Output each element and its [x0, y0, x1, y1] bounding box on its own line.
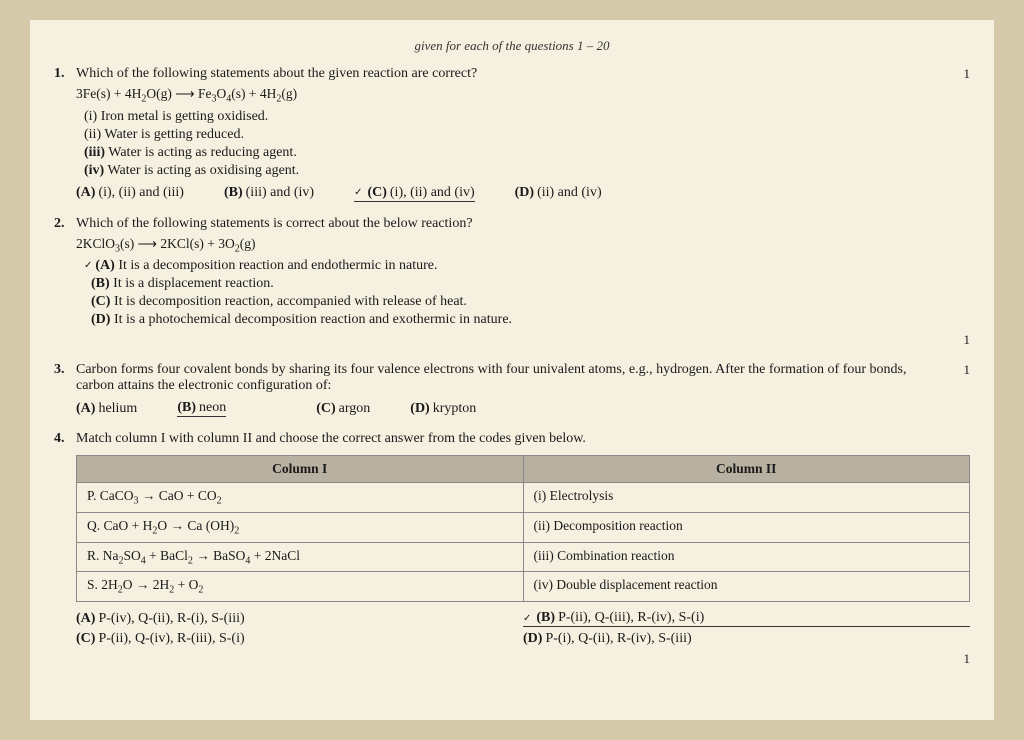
match-row-P: P. CaCO3 → CaO + CO2 (i) Electrolysis	[77, 483, 970, 513]
q1-optA[interactable]: (A) (i), (ii) and (iii)	[76, 185, 184, 202]
q1-optC-text: (i), (ii) and (iv)	[390, 185, 475, 201]
q1-optB-label: (B)	[224, 185, 243, 201]
q1-optC[interactable]: ✓ (C) (i), (ii) and (iv)	[354, 185, 475, 202]
match-R-col1: R. Na2SO4 + BaCl2 → BaSO4 + 2NaCl	[77, 542, 524, 572]
question-4: 4. Match column I with column II and cho…	[54, 431, 970, 667]
match-S-col1: S. 2H2O → 2H2 + O2	[77, 572, 524, 602]
q1-optD-text: (ii) and (iv)	[537, 185, 602, 201]
q3-answer-row: (A) helium (B) neon (C) argon (D) krypto…	[76, 400, 970, 417]
match-row-R: R. Na2SO4 + BaCl2 → BaSO4 + 2NaCl (iii) …	[77, 542, 970, 572]
match-P-col1: P. CaCO3 → CaO + CO2	[77, 483, 524, 513]
q1-stmt-iv: (iv) Water is acting as oxidising agent.	[84, 163, 970, 179]
q2-stmt-D: (D) It is a photochemical decomposition …	[84, 312, 970, 328]
q1-optD[interactable]: (D) (ii) and (iv)	[515, 185, 602, 202]
match-row-Q: Q. CaO + H2O → Ca (OH)2 (ii) Decompositi…	[77, 513, 970, 543]
match-Q-col2: (ii) Decomposition reaction	[523, 513, 970, 543]
q1-mark: 1	[950, 66, 970, 82]
q3-optC-label: (C)	[316, 401, 335, 417]
q2-stmtA-text: (A) It is a decomposition reaction and e…	[95, 258, 437, 274]
q2-text: Which of the following statements is cor…	[76, 216, 970, 232]
q3-optB-text: neon	[199, 400, 226, 416]
q3-optA-label: (A)	[76, 401, 95, 417]
match-row-S: S. 2H2O → 2H2 + O2 (iv) Double displacem…	[77, 572, 970, 602]
q4-number: 4.	[54, 431, 72, 447]
q1-number: 1.	[54, 66, 72, 82]
q1-optA-text: (i), (ii) and (iii)	[98, 185, 184, 201]
q4-optD-label: (D)	[523, 631, 542, 647]
q2-check-icon: ✓	[84, 260, 92, 271]
q4-answer-row: (A) P-(iv), Q-(ii), R-(i), S-(iii) ✓ (B)…	[76, 610, 970, 647]
q3-optA-text: helium	[98, 401, 137, 417]
q2-stmt-C: (C) It is decomposition reaction, accomp…	[84, 294, 970, 310]
q4-text: Match column I with column II and choose…	[76, 431, 970, 447]
q4-optB-check: ✓	[523, 613, 531, 624]
top-note: given for each of the questions 1 – 20	[54, 38, 970, 54]
q3-optB[interactable]: (B) neon	[177, 400, 226, 417]
q4-optA-text: P-(iv), Q-(ii), R-(i), S-(iii)	[98, 611, 244, 627]
match-P-col2: (i) Electrolysis	[523, 483, 970, 513]
question-1: 1. Which of the following statements abo…	[54, 66, 970, 202]
q2-mark: 1	[54, 332, 970, 348]
q1-optB[interactable]: (B) (iii) and (iv)	[224, 185, 314, 202]
q4-optA-label: (A)	[76, 611, 95, 627]
q1-stmt-iii: (iii) Water is acting as reducing agent.	[84, 145, 970, 161]
q4-optA[interactable]: (A) P-(iv), Q-(ii), R-(i), S-(iii)	[76, 610, 523, 627]
q3-optD[interactable]: (D) krypton	[410, 400, 476, 417]
q3-text: Carbon forms four covalent bonds by shar…	[76, 362, 946, 394]
q2-reaction: 2KClO3(s) ⟶ 2KCl(s) + 3O2(g)	[76, 236, 970, 255]
q1-stmt-ii: (ii) Water is getting reduced.	[84, 127, 970, 143]
q4-optC-text: P-(ii), Q-(iv), R-(iii), S-(i)	[98, 631, 244, 647]
q4-optB[interactable]: ✓ (B) P-(ii), Q-(iii), R-(iv), S-(i)	[523, 610, 970, 627]
q1-optC-label: (C)	[367, 185, 386, 201]
col1-header: Column I	[77, 456, 524, 483]
q4-optB-label: (B)	[536, 610, 555, 626]
q1-optC-check: ✓	[354, 187, 362, 198]
q3-optD-text: krypton	[433, 401, 477, 417]
q1-answer-row: (A) (i), (ii) and (iii) (B) (iii) and (i…	[76, 185, 970, 202]
q3-optA[interactable]: (A) helium	[76, 400, 137, 417]
q2-number: 2.	[54, 216, 72, 232]
q3-optB-label: (B)	[177, 400, 196, 416]
q1-optA-label: (A)	[76, 185, 95, 201]
q4-optB-text: P-(ii), Q-(iii), R-(iv), S-(i)	[558, 610, 704, 626]
q2-statements: ✓ (A) It is a decomposition reaction and…	[84, 258, 970, 328]
q1-optD-label: (D)	[515, 185, 534, 201]
q3-optD-label: (D)	[410, 401, 429, 417]
page-container: given for each of the questions 1 – 20 1…	[30, 20, 994, 720]
q2-stmt-A: ✓ (A) It is a decomposition reaction and…	[84, 258, 970, 274]
question-2: 2. Which of the following statements is …	[54, 216, 970, 349]
q3-optC-text: argon	[339, 401, 371, 417]
q1-text: Which of the following statements about …	[76, 66, 946, 82]
q4-optD[interactable]: (D) P-(i), Q-(ii), R-(iv), S-(iii)	[523, 631, 970, 647]
match-S-col2: (iv) Double displacement reaction	[523, 572, 970, 602]
q4-mark: 1	[54, 651, 970, 667]
q3-number: 3.	[54, 362, 72, 378]
q4-optC-label: (C)	[76, 631, 95, 647]
q1-stmt-i: (i) Iron metal is getting oxidised.	[84, 109, 970, 125]
q3-optC[interactable]: (C) argon	[316, 400, 370, 417]
q4-optC[interactable]: (C) P-(ii), Q-(iv), R-(iii), S-(i)	[76, 631, 523, 647]
match-R-col2: (iii) Combination reaction	[523, 542, 970, 572]
q4-optD-text: P-(i), Q-(ii), R-(iv), S-(iii)	[545, 631, 691, 647]
q3-mark: 1	[950, 362, 970, 378]
col2-header: Column II	[523, 456, 970, 483]
match-Q-col1: Q. CaO + H2O → Ca (OH)2	[77, 513, 524, 543]
q2-stmt-B: (B) It is a displacement reaction.	[84, 276, 970, 292]
q1-reaction: 3Fe(s) + 4H2O(g) ⟶ Fe3O4(s) + 4H2(g)	[76, 86, 970, 105]
q1-optB-text: (iii) and (iv)	[246, 185, 314, 201]
question-3: 3. Carbon forms four covalent bonds by s…	[54, 362, 970, 417]
q1-statements: (i) Iron metal is getting oxidised. (ii)…	[84, 109, 970, 179]
match-table: Column I Column II P. CaCO3 → CaO + CO2 …	[76, 455, 970, 602]
